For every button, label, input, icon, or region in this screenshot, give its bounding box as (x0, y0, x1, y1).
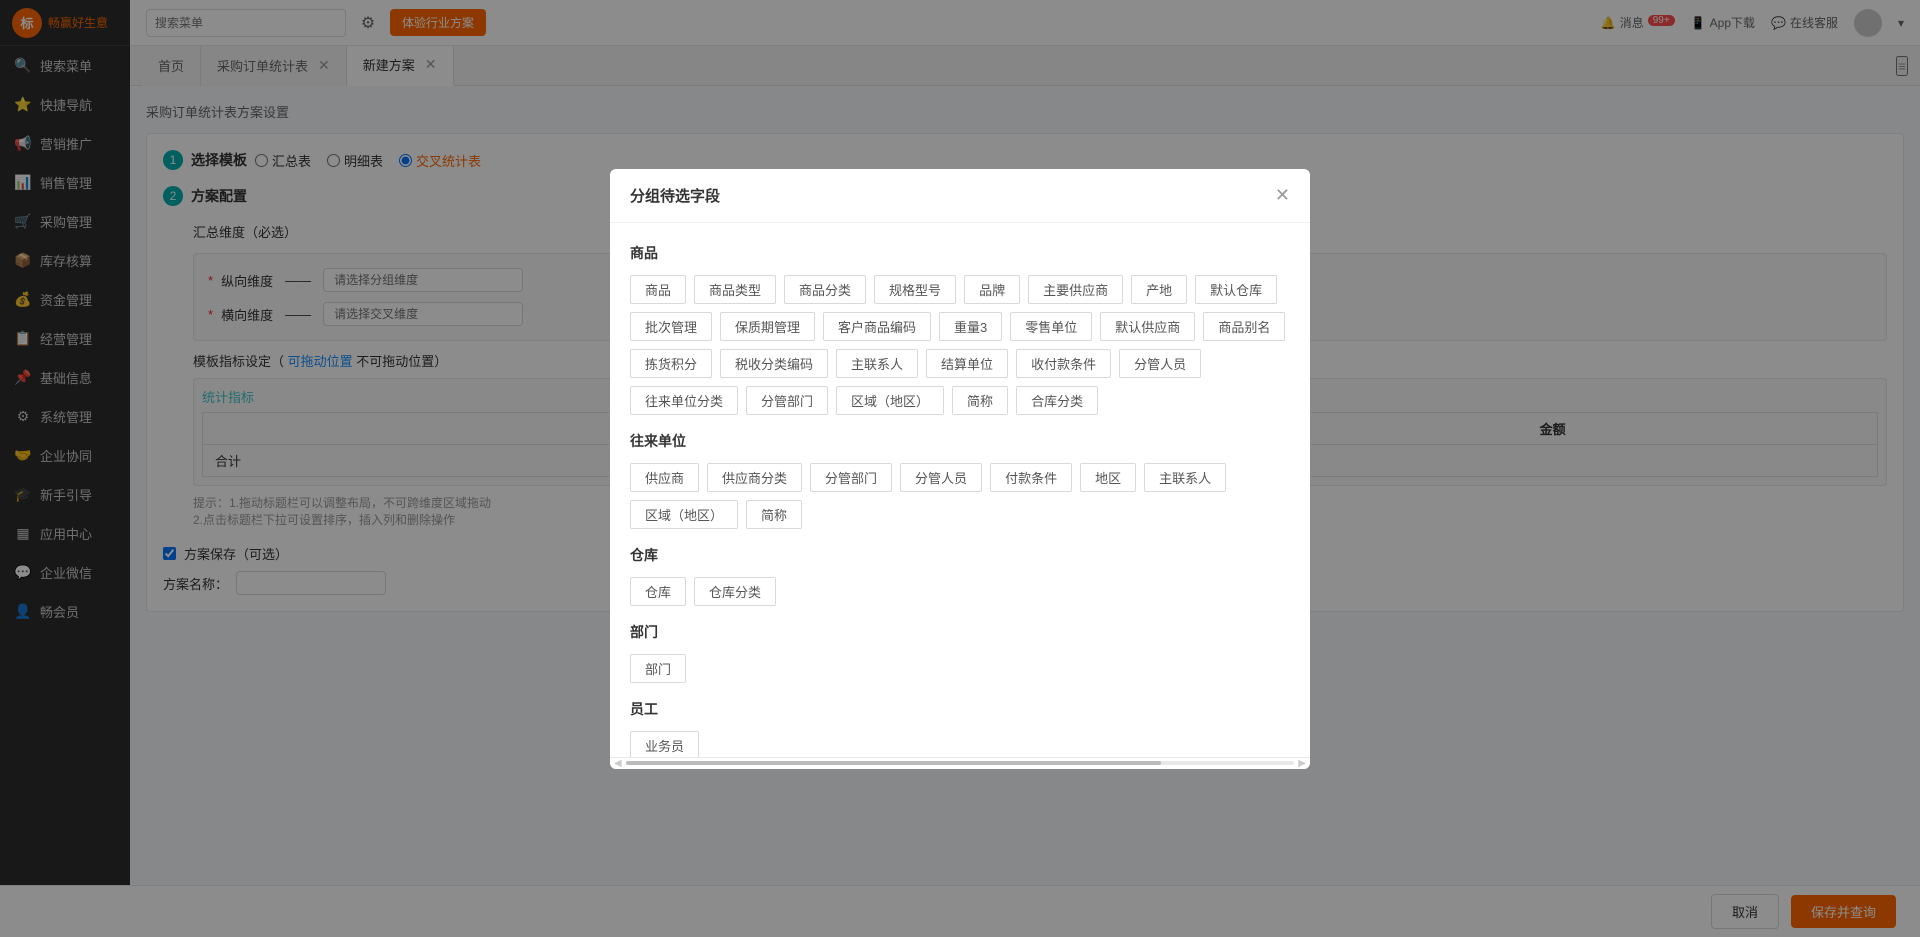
field-tag-g26[interactable]: 合库分类 (1016, 386, 1098, 415)
field-tag-p2[interactable]: 供应商分类 (707, 463, 802, 492)
field-tag-g1[interactable]: 商品 (630, 275, 686, 304)
field-tag-g10[interactable]: 保质期管理 (720, 312, 815, 341)
field-tag-g4[interactable]: 规格型号 (874, 275, 956, 304)
field-tag-g6[interactable]: 主要供应商 (1028, 275, 1123, 304)
section-title-employee: 员工 (630, 699, 1290, 719)
field-tag-g3[interactable]: 商品分类 (784, 275, 866, 304)
field-grid-goods: 商品商品类型商品分类规格型号品牌主要供应商产地默认仓库批次管理保质期管理客户商品… (630, 275, 1290, 415)
modal-hscroll[interactable]: ◀ ▶ (610, 757, 1310, 769)
field-tag-g2[interactable]: 商品类型 (694, 275, 776, 304)
field-tag-g17[interactable]: 税收分类编码 (720, 349, 828, 378)
field-tag-g9[interactable]: 批次管理 (630, 312, 712, 341)
field-tag-g14[interactable]: 默认供应商 (1100, 312, 1195, 341)
field-grid-warehouse: 仓库仓库分类 (630, 577, 1290, 606)
section-title-goods: 商品 (630, 243, 1290, 263)
field-tag-g25[interactable]: 简称 (952, 386, 1008, 415)
field-tag-g20[interactable]: 收付款条件 (1016, 349, 1111, 378)
field-tag-p8[interactable]: 区域（地区） (630, 500, 738, 529)
section-title-dept: 部门 (630, 622, 1290, 642)
field-tag-p3[interactable]: 分管部门 (810, 463, 892, 492)
field-tag-g11[interactable]: 客户商品编码 (823, 312, 931, 341)
field-tag-e1[interactable]: 业务员 (630, 731, 699, 757)
field-tag-g15[interactable]: 商品别名 (1203, 312, 1285, 341)
field-tag-g18[interactable]: 主联系人 (836, 349, 918, 378)
field-tag-g19[interactable]: 结算单位 (926, 349, 1008, 378)
field-grid-partner: 供应商供应商分类分管部门分管人员付款条件地区主联系人区域（地区） 简称 (630, 463, 1290, 529)
field-tag-g13[interactable]: 零售单位 (1010, 312, 1092, 341)
field-tag-g5[interactable]: 品牌 (964, 275, 1020, 304)
field-tag-d1[interactable]: 部门 (630, 654, 686, 683)
field-tag-p5[interactable]: 付款条件 (990, 463, 1072, 492)
field-tag-g8[interactable]: 默认仓库 (1195, 275, 1277, 304)
field-tag-w2[interactable]: 仓库分类 (694, 577, 776, 606)
field-tag-g16[interactable]: 拣货积分 (630, 349, 712, 378)
modal-close-button[interactable]: ✕ (1275, 185, 1290, 206)
field-tag-g21[interactable]: 分管人员 (1119, 349, 1201, 378)
field-tag-p6[interactable]: 地区 (1080, 463, 1136, 492)
modal-body[interactable]: 商品商品商品类型商品分类规格型号品牌主要供应商产地默认仓库批次管理保质期管理客户… (610, 223, 1310, 757)
modal-overlay: 分组待选字段 ✕ 商品商品商品类型商品分类规格型号品牌主要供应商产地默认仓库批次… (0, 0, 1920, 937)
section-title-partner: 往来单位 (630, 431, 1290, 451)
field-tag-p7[interactable]: 主联系人 (1144, 463, 1226, 492)
field-grid-employee: 业务员 (630, 731, 1290, 757)
field-tag-g12[interactable]: 重量3 (939, 312, 1002, 341)
modal-title: 分组待选字段 (630, 185, 720, 206)
field-tag-g22[interactable]: 往来单位分类 (630, 386, 738, 415)
field-tag-p4[interactable]: 分管人员 (900, 463, 982, 492)
modal: 分组待选字段 ✕ 商品商品商品类型商品分类规格型号品牌主要供应商产地默认仓库批次… (610, 169, 1310, 769)
field-tag-g24[interactable]: 区域（地区） (836, 386, 944, 415)
field-tag-g7[interactable]: 产地 (1131, 275, 1187, 304)
section-title-warehouse: 仓库 (630, 545, 1290, 565)
modal-header: 分组待选字段 ✕ (610, 169, 1310, 223)
field-tag-g23[interactable]: 分管部门 (746, 386, 828, 415)
field-grid-dept: 部门 (630, 654, 1290, 683)
field-tag-w1[interactable]: 仓库 (630, 577, 686, 606)
field-tag-p9[interactable]: 简称 (746, 500, 802, 529)
field-tag-p1[interactable]: 供应商 (630, 463, 699, 492)
